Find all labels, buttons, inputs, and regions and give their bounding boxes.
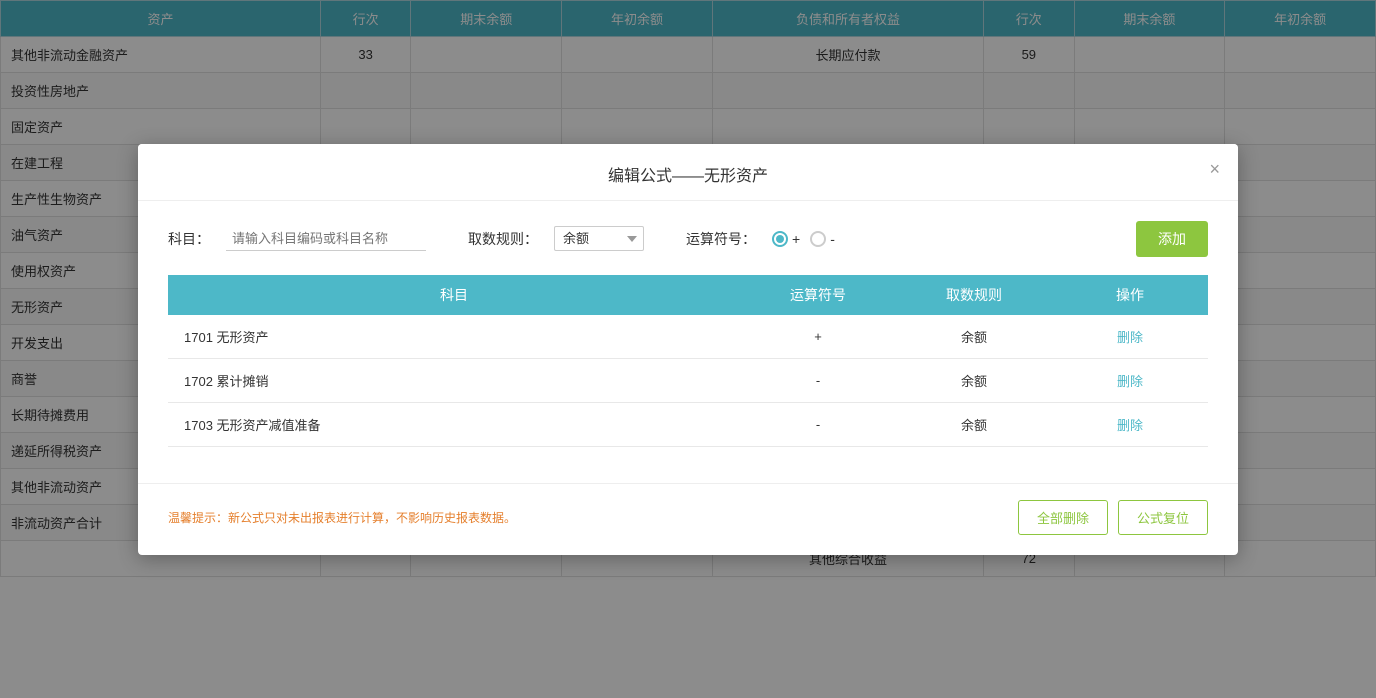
op-radio-group: + - — [772, 231, 835, 247]
formula-table-row: 1701 无形资产+余额 删除 — [168, 315, 1208, 359]
formula-subject: 1702 累计摊销 — [168, 358, 740, 402]
modal-close-button[interactable]: × — [1209, 160, 1220, 178]
reset-formula-button[interactable]: 公式复位 — [1118, 500, 1208, 535]
formula-action[interactable]: 删除 — [1052, 358, 1208, 402]
formula-rule: 余额 — [896, 315, 1052, 359]
op-plus-radio[interactable]: + — [772, 231, 800, 247]
modal-body: 科目： 取数规则： 余额 借方发生额 贷方发生额 运算符号： + — [138, 201, 1238, 483]
delete-row-link[interactable]: 删除 — [1117, 418, 1143, 433]
formula-action[interactable]: 删除 — [1052, 315, 1208, 359]
formula-rule: 余额 — [896, 402, 1052, 446]
subject-input[interactable] — [226, 227, 426, 251]
table-header-action: 操作 — [1052, 275, 1208, 315]
formula-form-row: 科目： 取数规则： 余额 借方发生额 贷方发生额 运算符号： + — [168, 221, 1208, 257]
formula-subject: 1701 无形资产 — [168, 315, 740, 359]
footer-buttons: 全部删除 公式复位 — [1018, 500, 1208, 535]
op-label: 运算符号： — [686, 229, 756, 249]
formula-rule: 余额 — [896, 358, 1052, 402]
edit-formula-modal: 编辑公式——无形资产 × 科目： 取数规则： 余额 借方发生额 贷方发生额 — [138, 144, 1238, 555]
table-header-op: 运算符号 — [740, 275, 896, 315]
formula-table-row: 1702 累计摊销-余额 删除 — [168, 358, 1208, 402]
subject-label: 科目： — [168, 229, 210, 249]
formula-table-row: 1703 无形资产减值准备-余额 删除 — [168, 402, 1208, 446]
modal-footer: 温馨提示：新公式只对未出报表进行计算，不影响历史报表数据。 全部删除 公式复位 — [138, 484, 1238, 555]
op-plus-circle — [772, 231, 788, 247]
formula-op: - — [740, 358, 896, 402]
rule-label: 取数规则： — [468, 229, 538, 249]
op-minus-radio[interactable]: - — [810, 231, 835, 247]
delete-row-link[interactable]: 删除 — [1117, 374, 1143, 389]
rule-select[interactable]: 余额 借方发生额 贷方发生额 — [554, 226, 644, 251]
footer-tip: 温馨提示：新公式只对未出报表进行计算，不影响历史报表数据。 — [168, 509, 516, 526]
op-minus-circle — [810, 231, 826, 247]
add-button[interactable]: 添加 — [1136, 221, 1208, 257]
formula-subject: 1703 无形资产减值准备 — [168, 402, 740, 446]
delete-all-button[interactable]: 全部删除 — [1018, 500, 1108, 535]
formula-table: 科目 运算符号 取数规则 操作 1701 无形资产+余额删除1702 累计摊销-… — [168, 275, 1208, 447]
table-header-rule: 取数规则 — [896, 275, 1052, 315]
delete-row-link[interactable]: 删除 — [1117, 330, 1143, 345]
formula-action[interactable]: 删除 — [1052, 402, 1208, 446]
table-header-subject: 科目 — [168, 275, 740, 315]
modal-title: 编辑公式——无形资产 — [608, 168, 768, 185]
op-plus-label: + — [792, 231, 800, 247]
op-minus-label: - — [830, 231, 835, 247]
formula-op: + — [740, 315, 896, 359]
modal-header: 编辑公式——无形资产 × — [138, 144, 1238, 201]
rule-select-group: 余额 借方发生额 贷方发生额 — [554, 226, 644, 251]
formula-op: - — [740, 402, 896, 446]
modal-overlay: 编辑公式——无形资产 × 科目： 取数规则： 余额 借方发生额 贷方发生额 — [0, 0, 1376, 698]
